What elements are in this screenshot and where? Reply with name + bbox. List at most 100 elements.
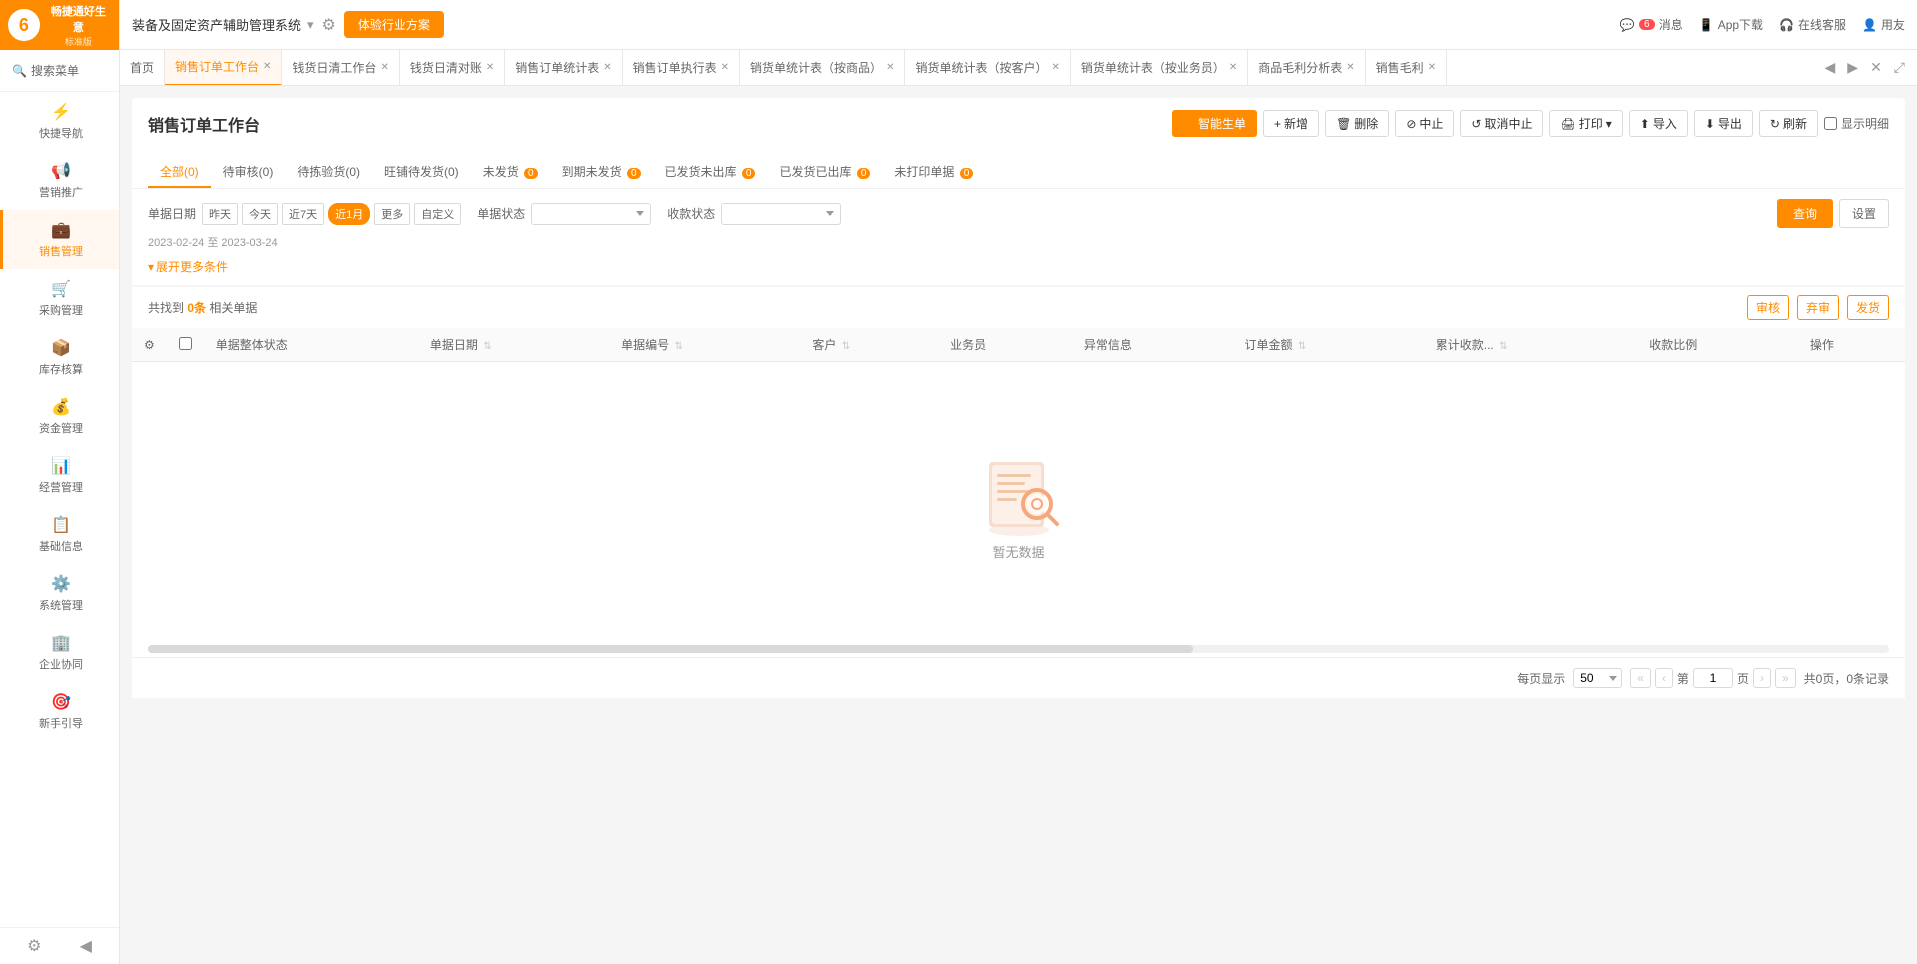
page-first-button[interactable]: « (1630, 668, 1651, 688)
sidebar-item-marketing[interactable]: 📢 营销推广 (0, 151, 119, 210)
app-download-button[interactable]: 📱 App下载 (1699, 16, 1763, 33)
tab-close-icon[interactable]: ✕ (380, 62, 388, 73)
filter-tab-pending-check[interactable]: 待拣验货(0) (285, 157, 372, 188)
show-detail-checkbox[interactable]: 显示明细 (1824, 115, 1889, 132)
sidebar-item-quick-nav[interactable]: ⚡ 快捷导航 (0, 92, 119, 151)
page-size-select[interactable]: 50 10 20 100 (1573, 668, 1622, 688)
filter-tab-overdue-ship[interactable]: 到期未发货 0 (550, 157, 653, 188)
audit-button[interactable]: 审核 (1747, 295, 1789, 320)
filter-tab-wangpu-ship[interactable]: 旺铺待发货(0) (372, 157, 471, 188)
add-button[interactable]: + 新增 (1263, 110, 1319, 137)
horizontal-scroll[interactable] (132, 641, 1905, 657)
tab-sales-workbench[interactable]: 销售订单工作台 ✕ (165, 50, 282, 86)
tab-cash-reconcile[interactable]: 钱货日清对账 ✕ (400, 50, 505, 86)
tab-home[interactable]: 首页 (120, 50, 165, 86)
query-button[interactable]: 查询 (1777, 199, 1833, 228)
cancel-audit-button[interactable]: 弃审 (1797, 295, 1839, 320)
cancel-stop-button[interactable]: ↺ 取消中止 (1460, 110, 1543, 137)
import-button[interactable]: ⬆ 导入 (1629, 110, 1688, 137)
solution-button[interactable]: 体验行业方案 (344, 11, 444, 38)
filter-tab-unprinted[interactable]: 未打印单据 0 (882, 157, 985, 188)
sidebar-item-guide[interactable]: 🎯 新手引导 (0, 682, 119, 741)
sidebar-item-operations[interactable]: 📊 经营管理 (0, 446, 119, 505)
system-title-area: 装备及固定资产辅助管理系统 ▾ (132, 15, 314, 34)
date-btn-custom[interactable]: 自定义 (414, 203, 461, 225)
page-prev-button[interactable]: ‹ (1655, 668, 1673, 688)
collapse-button[interactable]: ◀ (80, 936, 92, 956)
filter-tab-all[interactable]: 全部(0) (148, 157, 211, 188)
tab-summary-product[interactable]: 销货单统计表（按商品） ✕ (740, 50, 905, 86)
select-all-checkbox[interactable] (179, 337, 192, 350)
gear-icon[interactable]: ⚙ (322, 15, 336, 35)
tab-summary-staff[interactable]: 销货单统计表（按业务员） ✕ (1071, 50, 1248, 86)
sidebar-item-purchase[interactable]: 🛒 采购管理 (0, 269, 119, 328)
tab-fullscreen-button[interactable]: ⤢ (1890, 57, 1909, 78)
tab-cash-daily-label: 钱货日清工作台 (292, 59, 376, 76)
refresh-button[interactable]: ↻ 刷新 (1759, 110, 1818, 137)
tab-close-icon[interactable]: ✕ (886, 62, 894, 73)
tab-close-icon[interactable]: ✕ (1051, 62, 1059, 73)
setting-button[interactable]: 设置 (1839, 199, 1889, 228)
filter-tab-shipped-not-out[interactable]: 已发货未出库 0 (653, 157, 768, 188)
gear-icon[interactable]: ⚙ (144, 338, 155, 352)
ship-button[interactable]: 发货 (1847, 295, 1889, 320)
settings-button[interactable]: ⚙ (27, 936, 41, 956)
filter-overdue-ship-label: 到期未发货 (562, 165, 622, 179)
filter-shipped-not-out-label: 已发货未出库 (665, 165, 737, 179)
th-gear: ⚙ (132, 328, 167, 362)
page-input[interactable] (1693, 668, 1733, 688)
tab-close-icon[interactable]: ✕ (1428, 62, 1436, 73)
delete-button[interactable]: 🗑 删除 (1325, 110, 1389, 137)
tab-close-icon[interactable]: ✕ (486, 62, 494, 73)
sidebar-item-sales[interactable]: 💼 销售管理 (0, 210, 119, 269)
filter-tab-unshipped[interactable]: 未发货 0 (471, 157, 550, 188)
scroll-thumb[interactable] (148, 645, 1193, 653)
sidebar-item-enterprise[interactable]: 🏢 企业协同 (0, 623, 119, 682)
date-btn-yesterday[interactable]: 昨天 (202, 203, 238, 225)
tab-sales-more[interactable]: 销售毛利 ✕ (1366, 50, 1447, 86)
tab-summary-product-label: 销货单统计表（按商品） (750, 59, 882, 76)
date-btn-1month[interactable]: 近1月 (328, 203, 370, 225)
tab-close-all-button[interactable]: ✕ (1866, 57, 1886, 78)
online-service-button[interactable]: 🎧 在线客服 (1779, 16, 1846, 33)
th-amount: 订单金额 ⇅ (1233, 328, 1424, 362)
detail-checkbox-input[interactable] (1824, 117, 1837, 130)
tab-close-icon[interactable]: ✕ (603, 62, 611, 73)
tab-close-icon[interactable]: ✕ (263, 61, 271, 72)
search-menu-button[interactable]: 🔍 搜索菜单 (8, 58, 111, 83)
page-next-button[interactable]: › (1753, 668, 1771, 688)
sidebar-item-system[interactable]: ⚙️ 系统管理 (0, 564, 119, 623)
sidebar-navigation: ⚡ 快捷导航 📢 营销推广 💼 销售管理 🛒 采购管理 📦 库存核算 💰 (0, 92, 119, 927)
tab-scroll-left-button[interactable]: ◀ (1821, 57, 1840, 78)
th-action-label: 操作 (1810, 338, 1834, 352)
tab-cash-daily[interactable]: 钱货日清工作台 ✕ (282, 50, 399, 86)
stop-button[interactable]: ⊘ 中止 (1395, 110, 1454, 137)
tab-summary-customer-label: 销货单统计表（按客户） (915, 59, 1047, 76)
status-select[interactable] (531, 203, 651, 225)
sidebar-item-inventory[interactable]: 📦 库存核算 (0, 328, 119, 387)
filter-tab-shipped-out[interactable]: 已发货已出库 0 (767, 157, 882, 188)
tab-sales-stats[interactable]: 销售订单统计表 ✕ (505, 50, 622, 86)
filter-tab-pending-audit[interactable]: 待审核(0) (211, 157, 286, 188)
sidebar-item-basic-info[interactable]: 📋 基础信息 (0, 505, 119, 564)
tab-summary-customer[interactable]: 销货单统计表（按客户） ✕ (905, 50, 1070, 86)
sidebar-item-finance[interactable]: 💰 资金管理 (0, 387, 119, 446)
ai-generate-button[interactable]: ★ 智能生单 (1172, 110, 1257, 137)
user-menu-button[interactable]: 👤 用友 (1862, 16, 1905, 33)
export-button[interactable]: ⬇ 导出 (1694, 110, 1753, 137)
message-button[interactable]: 💬 6 消息 (1620, 16, 1683, 33)
expand-button[interactable]: ▾ 展开更多条件 (148, 258, 1889, 275)
payment-select[interactable] (721, 203, 841, 225)
tab-gross-margin[interactable]: 商品毛利分析表 ✕ (1248, 50, 1365, 86)
table-header-row: ⚙ 单据整体状态 单据日期 ⇅ (132, 328, 1905, 362)
date-btn-today[interactable]: 今天 (242, 203, 278, 225)
tab-scroll-right-button[interactable]: ▶ (1843, 57, 1862, 78)
print-button[interactable]: 🖨 打印 ▾ (1549, 110, 1622, 137)
date-btn-7days[interactable]: 近7天 (282, 203, 324, 225)
date-btn-more[interactable]: 更多 (374, 203, 410, 225)
tab-close-icon[interactable]: ✕ (721, 62, 729, 73)
tab-close-icon[interactable]: ✕ (1346, 62, 1354, 73)
page-last-button[interactable]: » (1775, 668, 1796, 688)
tab-close-icon[interactable]: ✕ (1229, 62, 1237, 73)
tab-sales-exec[interactable]: 销售订单执行表 ✕ (623, 50, 740, 86)
